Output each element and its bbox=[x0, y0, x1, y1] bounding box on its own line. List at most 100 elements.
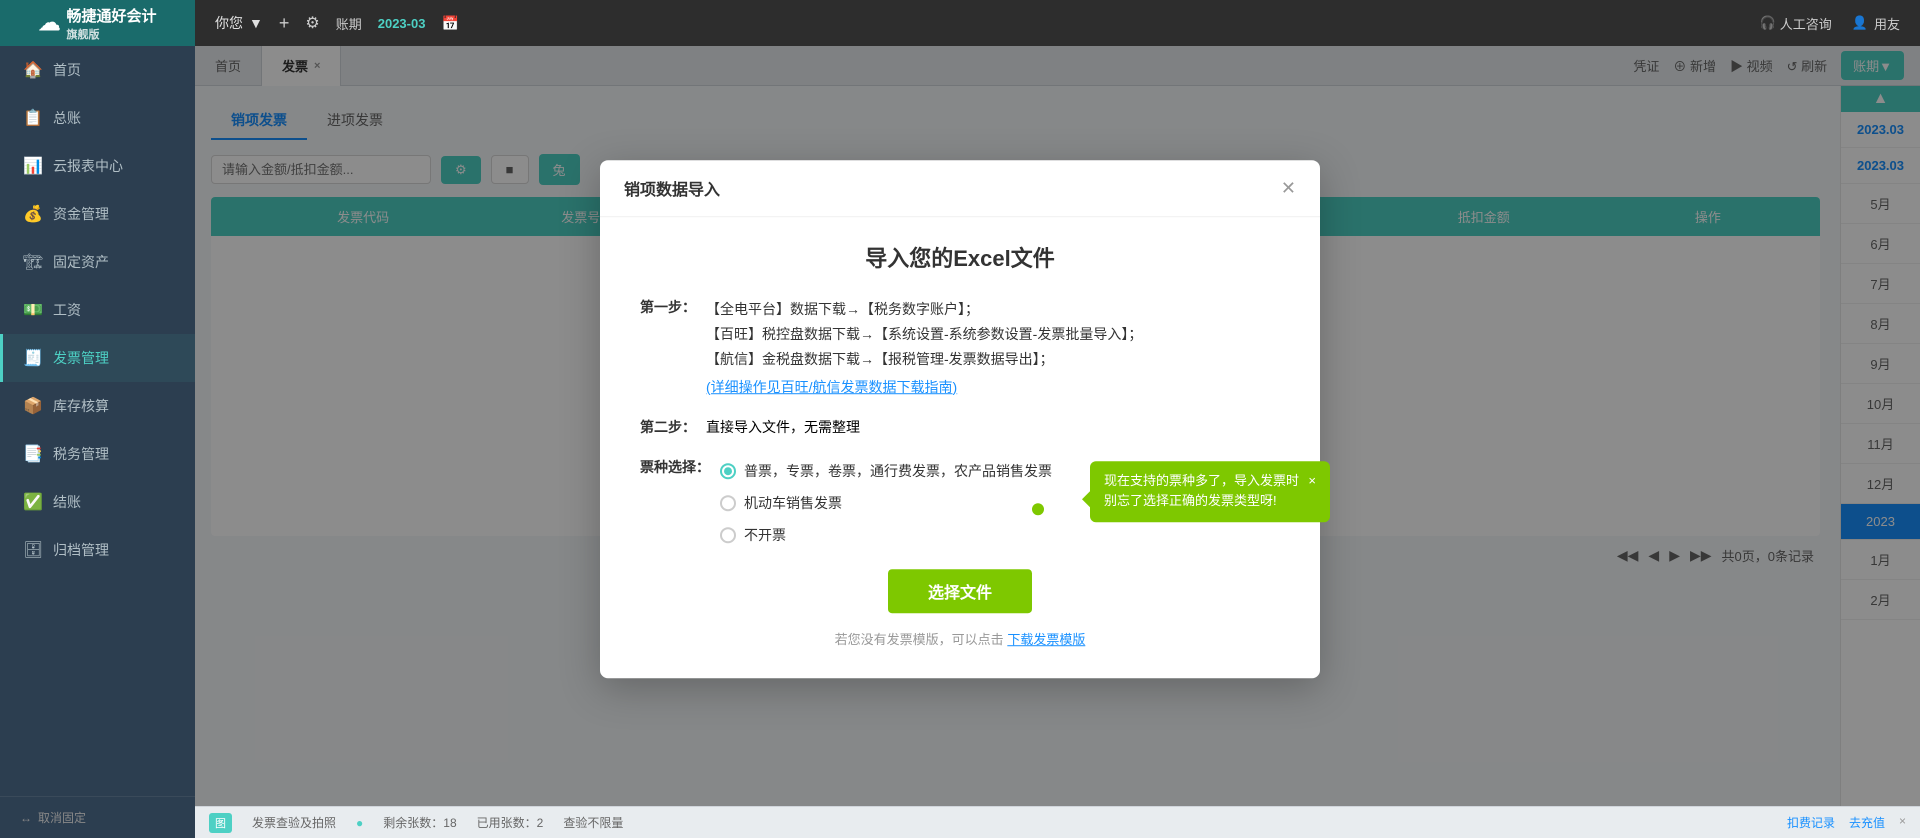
step1-line-2: 【百旺】税控盘数据下载→【系统设置-系统参数设置-发票批量导入】； bbox=[706, 322, 1280, 347]
home-icon: 🏠 bbox=[23, 60, 43, 80]
sidebar-label-close: 结账 bbox=[53, 492, 81, 512]
radio-group: 普票，专票，卷票，通行费发票，农产品销售发票 × 现在支持的票种多了，导入发票时… bbox=[720, 461, 1060, 545]
sidebar-pin-toggle[interactable]: ↔ 取消固定 bbox=[0, 796, 195, 838]
chevron-down-icon: ▼ bbox=[249, 15, 263, 31]
plus-icon[interactable]: + bbox=[279, 13, 290, 34]
modal-header: 销项数据导入 ✕ bbox=[600, 160, 1320, 217]
step1-label: 第一步： bbox=[640, 297, 696, 397]
sidebar-label-tax: 税务管理 bbox=[53, 444, 109, 464]
footer-text: 若您没有发票模版，可以点击 bbox=[835, 632, 1004, 647]
radio-label-1: 普票，专票，卷票，通行费发票，农产品销售发票 bbox=[744, 461, 1052, 481]
company-selector[interactable]: 你您 ▼ bbox=[215, 13, 263, 33]
archive-icon: 🗄 bbox=[23, 540, 43, 560]
consult-label: 人工咨询 bbox=[1780, 14, 1832, 33]
logo: ☁ 畅捷通好会计 旗舰版 bbox=[0, 0, 195, 46]
step1-line-1: 【全电平台】数据下载→【税务数字账户】； bbox=[706, 297, 1280, 322]
modal-body: 导入您的Excel文件 第一步： 【全电平台】数据下载→【税务数字账户】； 【百… bbox=[600, 217, 1320, 678]
radio-circle-2 bbox=[720, 495, 736, 511]
import-modal: 销项数据导入 ✕ 导入您的Excel文件 第一步： 【全电平台】数据下载→【税务… bbox=[600, 160, 1320, 678]
deduct-record-link[interactable]: 扣费记录 bbox=[1787, 814, 1835, 831]
invoice-icon: 🧾 bbox=[23, 348, 43, 368]
radio-circle-3 bbox=[720, 527, 736, 543]
select-file-button[interactable]: 选择文件 bbox=[888, 569, 1032, 613]
status-bar: 图 发票查验及拍照 ● 剩余张数：18 已用张数：2 查验不限量 扣费记录 去充… bbox=[195, 806, 1920, 838]
fund-icon: 💰 bbox=[23, 204, 43, 224]
sidebar-item-salary[interactable]: 💵 工资 bbox=[0, 286, 195, 334]
modal-title: 销项数据导入 bbox=[624, 176, 720, 200]
sidebar-item-cloud-report[interactable]: 📊 云报表中心 bbox=[0, 142, 195, 190]
radio-label-3: 不开票 bbox=[744, 525, 786, 545]
tooltip-bubble: × 现在支持的票种多了，导入发票时别忘了选择正确的发票类型呀! bbox=[1090, 461, 1330, 523]
salary-icon: 💵 bbox=[23, 300, 43, 320]
sidebar-label-home: 首页 bbox=[53, 60, 81, 80]
logo-sub: 旗舰版 bbox=[66, 26, 156, 42]
top-center: 你您 ▼ + ⚙ 账期 2023-03 📅 bbox=[195, 13, 1760, 34]
step1-row: 第一步： 【全电平台】数据下载→【税务数字账户】； 【百旺】税控盘数据下载→【系… bbox=[640, 297, 1280, 397]
sidebar: 🏠 首页 📋 总账 📊 云报表中心 💰 资金管理 🏗 固定资产 💵 工资 🧾 发… bbox=[0, 46, 195, 838]
consult-button[interactable]: 🎧 人工咨询 bbox=[1760, 14, 1832, 33]
sidebar-item-fund[interactable]: 💰 资金管理 bbox=[0, 190, 195, 238]
guide-link[interactable]: (详细操作见百旺/航信发票数据下载指南) bbox=[706, 379, 957, 395]
sidebar-label-assets: 固定资产 bbox=[53, 252, 109, 272]
sidebar-item-archive[interactable]: 🗄 归档管理 bbox=[0, 526, 195, 574]
assets-icon: 🏗 bbox=[23, 252, 43, 272]
headset-icon: 🎧 bbox=[1760, 15, 1776, 31]
ledger-icon: 📋 bbox=[23, 108, 43, 128]
tooltip-text: 现在支持的票种多了，导入发票时别忘了选择正确的发票类型呀! bbox=[1104, 473, 1299, 509]
used-count: 已用张数：2 bbox=[477, 814, 544, 831]
sidebar-item-home[interactable]: 🏠 首页 bbox=[0, 46, 195, 94]
radio-label-2: 机动车销售发票 bbox=[744, 493, 842, 513]
step2-label: 第二步： bbox=[640, 417, 696, 437]
radio-item-1[interactable]: 普票，专票，卷票，通行费发票，农产品销售发票 × 现在支持的票种多了，导入发票时… bbox=[720, 461, 1060, 481]
tax-icon: 📑 bbox=[23, 444, 43, 464]
cloud-icon: 📊 bbox=[23, 156, 43, 176]
sidebar-item-tax[interactable]: 📑 税务管理 bbox=[0, 430, 195, 478]
dot-icon: ● bbox=[356, 816, 363, 830]
radio-item-3[interactable]: 不开票 bbox=[720, 525, 1060, 545]
user-area[interactable]: 👤 用友 bbox=[1852, 14, 1900, 33]
status-right: 扣费记录 去充值 × bbox=[1787, 814, 1906, 831]
step1-link-row: (详细操作见百旺/航信发票数据下载指南) bbox=[706, 377, 1280, 397]
inventory-icon: 📦 bbox=[23, 396, 43, 416]
sidebar-item-ledger[interactable]: 📋 总账 bbox=[0, 94, 195, 142]
user-name: 用友 bbox=[1874, 14, 1900, 33]
period-value: 2023-03 bbox=[378, 16, 426, 31]
step-1: 第一步： 【全电平台】数据下载→【税务数字账户】； 【百旺】税控盘数据下载→【系… bbox=[640, 297, 1280, 397]
ticket-type-row: 票种选择： 普票，专票，卷票，通行费发票，农产品销售发票 × 现在支持的票种多了… bbox=[640, 457, 1280, 545]
pin-icon: ↔ bbox=[20, 811, 32, 825]
sidebar-item-invoice[interactable]: 🧾 发票管理 bbox=[0, 334, 195, 382]
modal-close-btn[interactable]: ✕ bbox=[1281, 178, 1296, 199]
status-bar-close[interactable]: × bbox=[1899, 814, 1906, 831]
top-right: 🎧 人工咨询 👤 用友 bbox=[1760, 14, 1920, 33]
modal-footer: 若您没有发票模版，可以点击 下载发票模版 bbox=[640, 629, 1280, 648]
top-bar: ☁ 畅捷通好会计 旗舰版 你您 ▼ + ⚙ 账期 2023-03 📅 🎧 人工咨… bbox=[0, 0, 1920, 46]
tooltip-dot bbox=[1032, 503, 1044, 515]
radio-circle-1 bbox=[720, 463, 736, 479]
tooltip-close-btn[interactable]: × bbox=[1308, 471, 1316, 492]
calendar-icon[interactable]: 📅 bbox=[441, 15, 458, 32]
sidebar-label-fund: 资金管理 bbox=[53, 204, 109, 224]
invoice-verify-label: 发票查验及拍照 bbox=[252, 814, 336, 831]
step-2: 第二步： 直接导入文件，无需整理 bbox=[640, 417, 1280, 437]
step1-content: 【全电平台】数据下载→【税务数字账户】； 【百旺】税控盘数据下载→【系统设置-系… bbox=[706, 297, 1280, 397]
recharge-link[interactable]: 去充值 bbox=[1849, 814, 1885, 831]
invoice-verify-icon: 图 bbox=[209, 813, 232, 833]
download-template-link[interactable]: 下载发票模版 bbox=[1007, 632, 1085, 647]
step1-line-3: 【航信】金税盘数据下载→【报税管理-发票数据导出】； bbox=[706, 348, 1280, 373]
sidebar-item-close[interactable]: ✅ 结账 bbox=[0, 478, 195, 526]
remaining-count: 剩余张数：18 bbox=[383, 814, 456, 831]
logo-text: 畅捷通好会计 bbox=[66, 5, 156, 26]
radio-item-2[interactable]: 机动车销售发票 bbox=[720, 493, 1060, 513]
logo-icon: ☁ bbox=[38, 10, 60, 36]
step2-row: 第二步： 直接导入文件，无需整理 bbox=[640, 417, 1280, 437]
sidebar-item-inventory[interactable]: 📦 库存核算 bbox=[0, 382, 195, 430]
sidebar-label-salary: 工资 bbox=[53, 300, 81, 320]
sidebar-item-assets[interactable]: 🏗 固定资产 bbox=[0, 238, 195, 286]
sidebar-label-cloud: 云报表中心 bbox=[53, 156, 123, 176]
ticket-label: 票种选择： bbox=[640, 457, 710, 477]
gear-icon[interactable]: ⚙ bbox=[305, 13, 319, 33]
user-icon: 👤 bbox=[1852, 15, 1868, 31]
step2-content: 直接导入文件，无需整理 bbox=[706, 417, 1280, 437]
modal-main-title: 导入您的Excel文件 bbox=[640, 241, 1280, 273]
sidebar-label-inventory: 库存核算 bbox=[53, 396, 109, 416]
